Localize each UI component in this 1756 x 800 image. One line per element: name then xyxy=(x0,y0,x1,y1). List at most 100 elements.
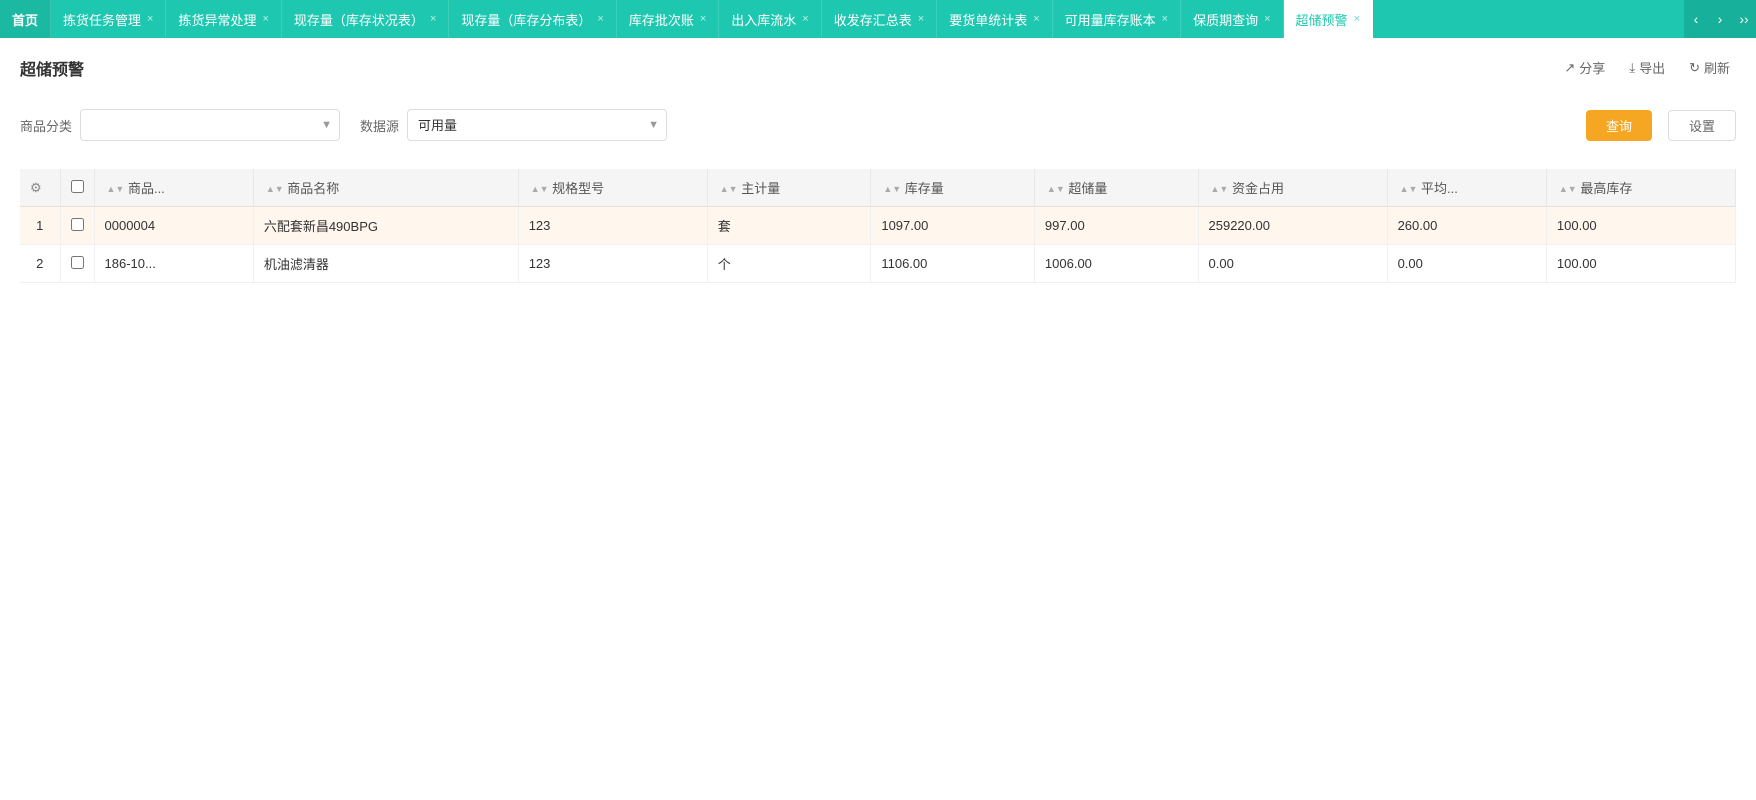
row-checkbox-2 xyxy=(60,245,94,283)
th-capital: ▲▼ 资金占用 xyxy=(1198,169,1387,207)
datasource-label: 数据源 xyxy=(360,116,399,135)
select-all-checkbox[interactable] xyxy=(71,180,84,193)
nav-home[interactable]: 首页 xyxy=(0,0,51,38)
category-select-wrap: ▼ xyxy=(80,109,340,141)
row-1-product-code: 0000004 xyxy=(94,207,253,245)
filter-area: 商品分类 ▼ 数据源 可用量 ▼ 查询 设置 xyxy=(20,97,1736,153)
nav-prev-button[interactable]: ‹ xyxy=(1684,0,1708,38)
row-1-unit: 套 xyxy=(707,207,871,245)
sort-icon-max-stock: ▲▼ xyxy=(1559,185,1577,194)
category-filter: 商品分类 ▼ xyxy=(20,109,340,141)
query-button[interactable]: 查询 xyxy=(1586,110,1652,141)
nav-tab-6[interactable]: 收发存汇总表 × xyxy=(822,0,937,38)
nav-tab-9[interactable]: 保质期查询 × xyxy=(1181,0,1283,38)
nav-tab-0[interactable]: 拣货任务管理 × xyxy=(51,0,166,38)
export-icon: ⤓ xyxy=(1629,60,1635,76)
datasource-select-wrap: 可用量 ▼ xyxy=(407,109,667,141)
row-1-stock: 1097.00 xyxy=(871,207,1035,245)
row-num-1: 1 xyxy=(20,207,60,245)
nav-tab-3[interactable]: 现存量（库存分布表） × xyxy=(449,0,616,38)
row-2-avg: 0.00 xyxy=(1387,245,1546,283)
row-1-capital: 259220.00 xyxy=(1198,207,1387,245)
close-tab-5[interactable]: × xyxy=(802,13,808,25)
th-stock: ▲▼ 库存量 xyxy=(871,169,1035,207)
row-2-unit: 个 xyxy=(707,245,871,283)
nav-tab-5[interactable]: 出入库流水 × xyxy=(719,0,821,38)
row-2-stock: 1106.00 xyxy=(871,245,1035,283)
nav-tab-2[interactable]: 现存量（库存状况表） × xyxy=(282,0,449,38)
nav-tab-4[interactable]: 库存批次账 × xyxy=(617,0,719,38)
nav-tab-1[interactable]: 拣货异常处理 × xyxy=(166,0,281,38)
sort-icon-overstock: ▲▼ xyxy=(1047,185,1065,194)
close-tab-3[interactable]: × xyxy=(597,13,603,25)
export-button[interactable]: ⤓ 导出 xyxy=(1623,54,1671,81)
nav-arrows: ‹ › ›› xyxy=(1684,0,1756,38)
th-product-code: ▲▼ 商品... xyxy=(94,169,253,207)
page-header: 超储预警 ↗ 分享 ⤓ 导出 ↻ 刷新 xyxy=(20,54,1736,81)
nav-tab-10[interactable]: 超储预警 × xyxy=(1284,0,1373,38)
sort-icon-product-name: ▲▼ xyxy=(266,185,284,194)
sort-icon-product-code: ▲▼ xyxy=(107,185,125,194)
th-spec: ▲▼ 规格型号 xyxy=(518,169,707,207)
row-1-checkbox[interactable] xyxy=(71,218,84,231)
close-tab-8[interactable]: × xyxy=(1162,13,1168,25)
row-2-spec: 123 xyxy=(518,245,707,283)
close-tab-6[interactable]: × xyxy=(918,13,924,25)
th-max-stock: ▲▼ 最高库存 xyxy=(1546,169,1735,207)
nav-tab-8[interactable]: 可用量库存账本 × xyxy=(1053,0,1181,38)
row-2-overstock: 1006.00 xyxy=(1034,245,1198,283)
close-tab-0[interactable]: × xyxy=(147,13,153,25)
refresh-button[interactable]: ↻ 刷新 xyxy=(1683,54,1736,81)
row-2-max-stock: 100.00 xyxy=(1546,245,1735,283)
table-row: 2 186-10... 机油滤清器 123 个 1106.00 xyxy=(20,245,1736,283)
sort-icon-spec: ▲▼ xyxy=(531,185,549,194)
nav-next-button[interactable]: › xyxy=(1708,0,1732,38)
category-label: 商品分类 xyxy=(20,116,72,135)
refresh-icon: ↻ xyxy=(1689,60,1700,76)
th-unit: ▲▼ 主计量 xyxy=(707,169,871,207)
th-checkbox xyxy=(60,169,94,207)
datasource-filter: 数据源 可用量 ▼ xyxy=(360,109,667,141)
sort-icon-unit: ▲▼ xyxy=(720,185,738,194)
th-overstock: ▲▼ 超储量 xyxy=(1034,169,1198,207)
close-tab-9[interactable]: × xyxy=(1264,13,1270,25)
th-product-name: ▲▼ 商品名称 xyxy=(253,169,518,207)
row-1-product-name: 六配套新昌490BPG xyxy=(253,207,518,245)
data-table: ⚙ ▲▼ 商品... ▲▼ 商品名称 ▲▼ 规格型号 ▲▼ xyxy=(20,169,1736,283)
close-tab-4[interactable]: × xyxy=(700,13,706,25)
sort-icon-stock: ▲▼ xyxy=(883,185,901,194)
close-tab-10[interactable]: × xyxy=(1354,13,1360,25)
nav-tab-7[interactable]: 要货单统计表 × xyxy=(937,0,1052,38)
settings-button[interactable]: 设置 xyxy=(1668,110,1736,141)
th-avg: ▲▼ 平均... xyxy=(1387,169,1546,207)
row-2-capital: 0.00 xyxy=(1198,245,1387,283)
nav-expand-button[interactable]: ›› xyxy=(1732,0,1756,38)
sort-icon-avg: ▲▼ xyxy=(1400,185,1418,194)
table-row: 1 0000004 六配套新昌490BPG 123 套 1097.00 xyxy=(20,207,1736,245)
row-checkbox-1 xyxy=(60,207,94,245)
gear-icon[interactable]: ⚙ xyxy=(30,180,42,195)
row-2-product-name: 机油滤清器 xyxy=(253,245,518,283)
row-2-checkbox[interactable] xyxy=(71,256,84,269)
close-tab-2[interactable]: × xyxy=(430,13,436,25)
row-1-spec: 123 xyxy=(518,207,707,245)
header-actions: ↗ 分享 ⤓ 导出 ↻ 刷新 xyxy=(1558,54,1736,81)
page-title: 超储预警 xyxy=(20,56,84,80)
th-gear: ⚙ xyxy=(20,169,60,207)
row-2-product-code: 186-10... xyxy=(94,245,253,283)
close-tab-7[interactable]: × xyxy=(1033,13,1039,25)
datasource-select[interactable]: 可用量 xyxy=(407,109,667,141)
action-buttons: 查询 设置 xyxy=(1586,110,1736,141)
share-button[interactable]: ↗ 分享 xyxy=(1558,54,1611,81)
top-nav: 首页 拣货任务管理 × 拣货异常处理 × 现存量（库存状况表） × 现存量（库存… xyxy=(0,0,1756,38)
row-1-max-stock: 100.00 xyxy=(1546,207,1735,245)
row-1-avg: 260.00 xyxy=(1387,207,1546,245)
page-content: 超储预警 ↗ 分享 ⤓ 导出 ↻ 刷新 商品分类 ▼ xyxy=(0,38,1756,800)
sort-icon-capital: ▲▼ xyxy=(1211,185,1229,194)
row-num-2: 2 xyxy=(20,245,60,283)
row-1-overstock: 997.00 xyxy=(1034,207,1198,245)
table-header-row: ⚙ ▲▼ 商品... ▲▼ 商品名称 ▲▼ 规格型号 ▲▼ xyxy=(20,169,1736,207)
share-icon: ↗ xyxy=(1564,60,1575,76)
close-tab-1[interactable]: × xyxy=(262,13,268,25)
category-select[interactable] xyxy=(80,109,340,141)
